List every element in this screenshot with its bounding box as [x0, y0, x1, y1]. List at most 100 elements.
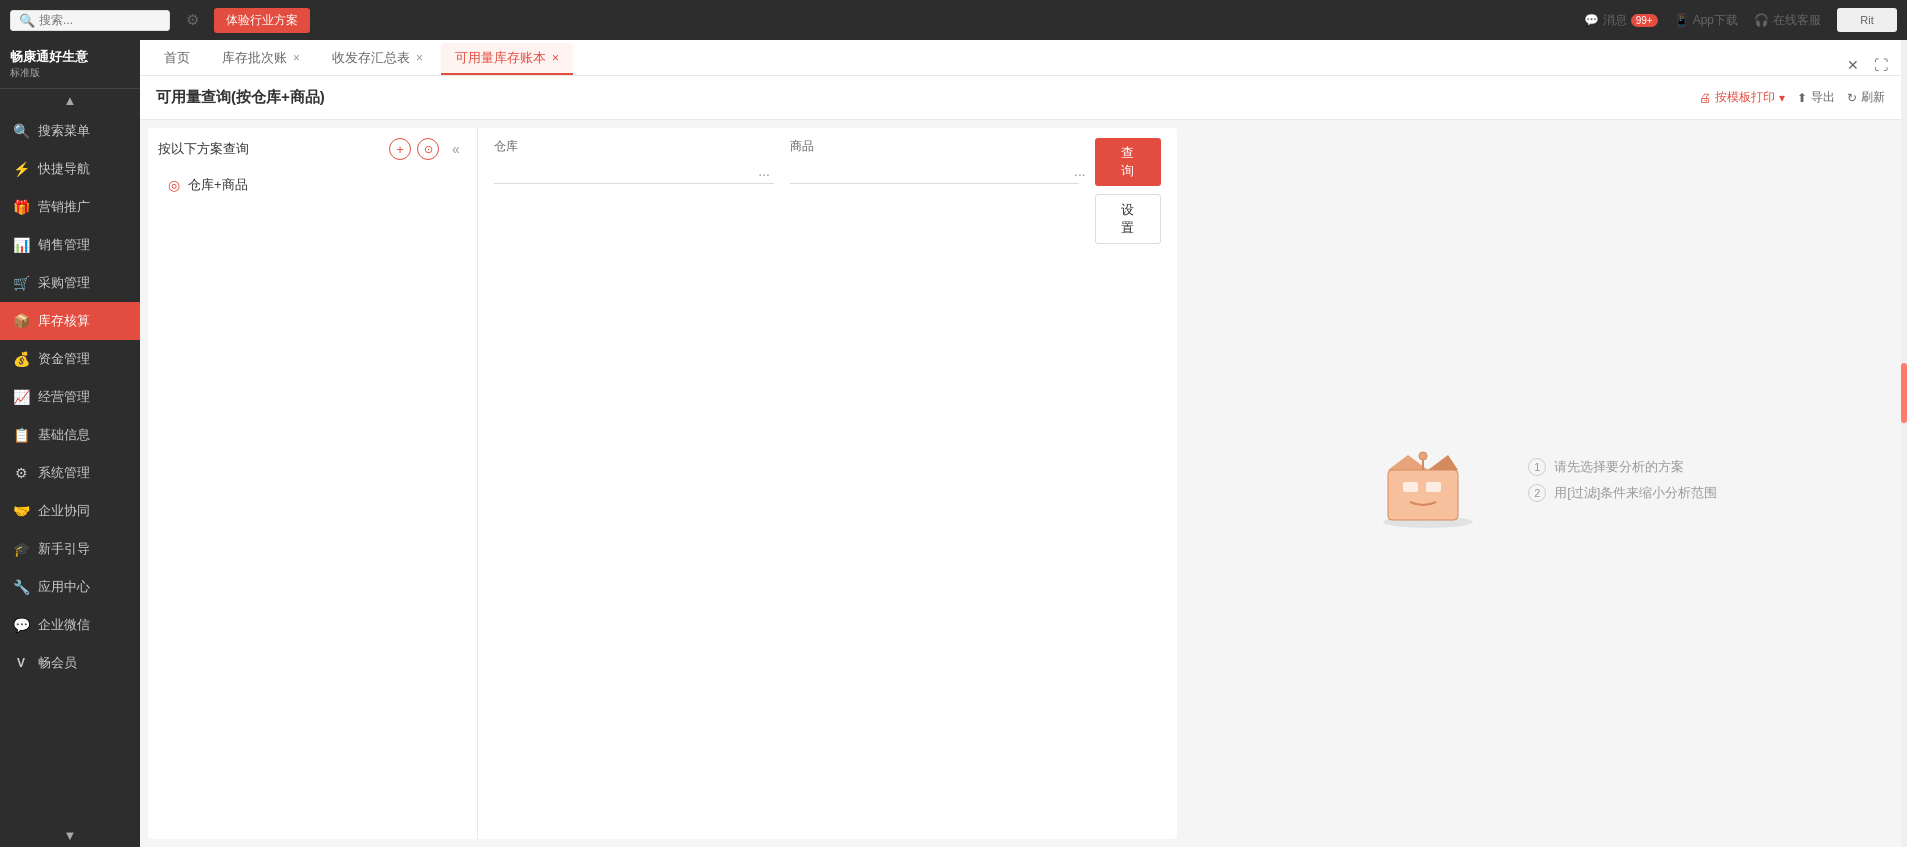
query-left-actions: + ⊙ «	[389, 138, 467, 160]
sidebar: 畅康通好生意 标准版 ▲ 🔍 搜索菜单 ⚡ 快捷导航 🎁 营销推广 📊	[0, 40, 140, 847]
sidebar-item-operations[interactable]: 📈 经营管理	[0, 378, 140, 416]
sidebar-item-search[interactable]: 🔍 搜索菜单	[0, 112, 140, 150]
message-icon: 💬	[1584, 13, 1599, 27]
sidebar-item-appcenter[interactable]: 🔧 应用中心	[0, 568, 140, 606]
tab-available-qty-close[interactable]: ×	[552, 51, 559, 65]
query-button[interactable]: 查询	[1095, 138, 1161, 186]
warehouse-input-container: ...	[494, 159, 774, 184]
sidebar-logo: 畅康通好生意 标准版	[0, 40, 140, 89]
export-btn[interactable]: ⬆ 导出	[1797, 89, 1835, 106]
sidebar-item-wechat[interactable]: 💬 企业微信	[0, 606, 140, 644]
svg-point-6	[1419, 452, 1427, 460]
warehouse-filter: 仓库 ...	[494, 138, 774, 184]
page-header: 可用量查询(按仓库+商品) 🖨 按模板打印 ▾ ⬆ 导出 ↻ 刷新	[140, 76, 1901, 120]
print-btn[interactable]: 🖨 按模板打印 ▾	[1699, 89, 1785, 106]
warehouse-dots-btn[interactable]: ...	[754, 163, 774, 179]
sidebar-item-label-appcenter: 应用中心	[38, 578, 90, 596]
sidebar-item-label-search: 搜索菜单	[38, 122, 90, 140]
gear-button[interactable]: ⚙	[178, 6, 206, 34]
user-avatar[interactable]: Rit	[1837, 8, 1897, 32]
tab-summary[interactable]: 收发存汇总表 ×	[318, 43, 437, 75]
sidebar-item-sales[interactable]: 📊 销售管理	[0, 226, 140, 264]
page-title: 可用量查询(按仓库+商品)	[156, 88, 325, 107]
gear-icon: ⚙	[186, 11, 199, 29]
print-icon: 🖨	[1699, 91, 1711, 105]
sidebar-item-marketing[interactable]: 🎁 营销推广	[0, 188, 140, 226]
sidebar-item-collab[interactable]: 🤝 企业协同	[0, 492, 140, 530]
tab-available-qty[interactable]: 可用量库存账本 ×	[441, 43, 573, 75]
empty-state: 1 请先选择要分析的方案 2 用[过滤]条件来缩小分析范围	[1193, 120, 1893, 839]
main-content: 按以下方案查询 + ⊙ « ◎ 仓库+商品	[140, 120, 1901, 847]
tab-summary-label: 收发存汇总表	[332, 49, 410, 67]
search-menu-icon: 🔍	[12, 122, 30, 140]
search-icon: 🔍	[19, 13, 35, 28]
sidebar-item-member[interactable]: V 畅会员	[0, 644, 140, 682]
sidebar-item-purchase[interactable]: 🛒 采购管理	[0, 264, 140, 302]
sidebar-item-label-quicknav: 快捷导航	[38, 160, 90, 178]
tab-home[interactable]: 首页	[150, 43, 204, 75]
tab-batch-ledger[interactable]: 库存批次账 ×	[208, 43, 314, 75]
app-download-item[interactable]: 📱 App下载	[1674, 12, 1738, 29]
sidebar-item-label-system: 系统管理	[38, 464, 90, 482]
add-scheme-btn[interactable]: +	[389, 138, 411, 160]
tab-batch-ledger-label: 库存批次账	[222, 49, 287, 67]
goods-dots-btn[interactable]: ...	[1070, 163, 1090, 179]
export-label: 导出	[1811, 89, 1835, 106]
warehouse-input[interactable]	[494, 164, 754, 179]
headset-icon: 🎧	[1754, 13, 1769, 27]
settings-button[interactable]: 设置	[1095, 194, 1161, 244]
sidebar-item-system[interactable]: ⚙ 系统管理	[0, 454, 140, 492]
sidebar-item-label-marketing: 营销推广	[38, 198, 90, 216]
message-item[interactable]: 💬 消息 99+	[1584, 12, 1658, 29]
wechat-icon: 💬	[12, 616, 30, 634]
nav-right: 💬 消息 99+ 📱 App下载 🎧 在线客服 Rit	[1584, 8, 1897, 32]
scroll-thumb[interactable]	[1901, 363, 1907, 423]
svg-rect-3	[1403, 482, 1418, 492]
tab-summary-close[interactable]: ×	[416, 51, 423, 65]
sidebar-item-label-guide: 新手引导	[38, 540, 90, 558]
appcenter-icon: 🔧	[12, 578, 30, 596]
sidebar-item-guide[interactable]: 🎓 新手引导	[0, 530, 140, 568]
scheme-item-warehouse-goods[interactable]: ◎ 仓库+商品	[158, 170, 467, 200]
refresh-btn[interactable]: ↻ 刷新	[1847, 89, 1885, 106]
sidebar-item-label-collab: 企业协同	[38, 502, 90, 520]
app-container: 🔍 ⚙ 体验行业方案 💬 消息 99+ 📱 App下载 🎧	[0, 0, 1907, 847]
query-right: 仓库 ... 商品	[478, 128, 1177, 839]
goods-label: 商品	[790, 138, 1079, 155]
sidebar-item-basic[interactable]: 📋 基础信息	[0, 416, 140, 454]
expand-win-btn[interactable]: ⛶	[1871, 55, 1891, 75]
sidebar-scroll: 🔍 搜索菜单 ⚡ 快捷导航 🎁 营销推广 📊 销售管理 🛒 采购管理	[0, 112, 140, 824]
system-icon: ⚙	[12, 464, 30, 482]
sidebar-item-finance[interactable]: 💰 资金管理	[0, 340, 140, 378]
search-input[interactable]	[39, 13, 139, 27]
main-layout: 畅康通好生意 标准版 ▲ 🔍 搜索菜单 ⚡ 快捷导航 🎁 营销推广 📊	[0, 40, 1907, 847]
trial-button[interactable]: 体验行业方案	[214, 8, 310, 33]
app-download-label: App下载	[1693, 12, 1738, 29]
online-service-item[interactable]: 🎧 在线客服	[1754, 12, 1821, 29]
tab-home-label: 首页	[164, 49, 190, 67]
goods-input[interactable]	[790, 164, 1070, 179]
sidebar-item-label-purchase: 采购管理	[38, 274, 90, 292]
page-actions: 🖨 按模板打印 ▾ ⬆ 导出 ↻ 刷新	[1699, 89, 1885, 106]
scroll-up-btn[interactable]: ▲	[0, 89, 140, 112]
empty-hint-1: 1 请先选择要分析的方案	[1528, 458, 1717, 476]
print-label: 按模板打印	[1715, 89, 1775, 106]
top-bar: 🔍 ⚙ 体验行业方案 💬 消息 99+ 📱 App下载 🎧	[0, 0, 1907, 40]
search-box[interactable]: 🔍	[10, 10, 170, 31]
collapse-btn[interactable]: «	[445, 138, 467, 160]
content-body: 按以下方案查询 + ⊙ « ◎ 仓库+商品	[140, 120, 1901, 847]
sidebar-item-quicknav[interactable]: ⚡ 快捷导航	[0, 150, 140, 188]
setting-scheme-btn[interactable]: ⊙	[417, 138, 439, 160]
refresh-icon: ↻	[1847, 91, 1857, 105]
message-label: 消息	[1603, 12, 1627, 29]
close-win-btn[interactable]: ✕	[1843, 55, 1863, 75]
goods-filter: 商品 ...	[790, 138, 1079, 184]
finance-icon: 💰	[12, 350, 30, 368]
tab-batch-ledger-close[interactable]: ×	[293, 51, 300, 65]
content-area: 首页 库存批次账 × 收发存汇总表 × 可用量库存账本 × ✕ ⛶	[140, 40, 1901, 847]
goods-input-container: ...	[790, 159, 1079, 184]
empty-svg	[1368, 430, 1488, 530]
export-icon: ⬆	[1797, 91, 1807, 105]
scroll-down-btn[interactable]: ▼	[0, 824, 140, 847]
sidebar-item-inventory[interactable]: 📦 库存核算	[0, 302, 140, 340]
